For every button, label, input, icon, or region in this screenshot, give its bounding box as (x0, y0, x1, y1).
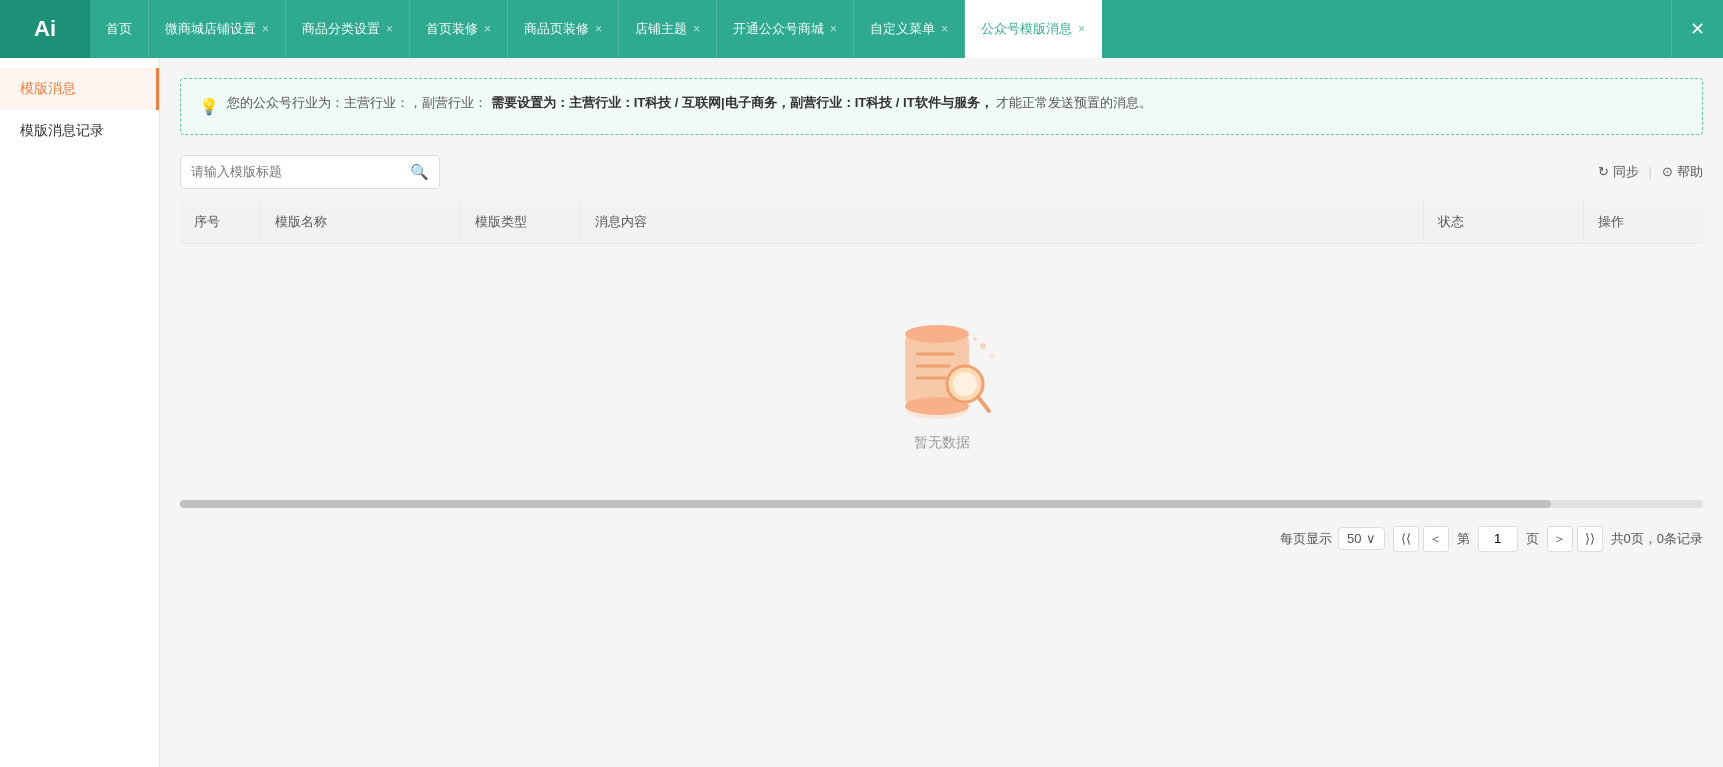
search-row: 🔍 ↻ 同步 | ⊙ 帮助 (180, 155, 1703, 189)
tab-close-icon[interactable]: × (386, 22, 393, 36)
svg-point-10 (980, 343, 986, 349)
tab-close-icon[interactable]: × (693, 22, 700, 36)
close-all-tabs-button[interactable]: ✕ (1671, 0, 1723, 58)
sync-icon: ↻ (1598, 164, 1609, 179)
notice-prefix: 您的公众号行业为：主营行业：，副营行业： (227, 95, 487, 110)
page-size-select: 每页显示 50 ∨ (1280, 527, 1384, 550)
tab-close-icon[interactable]: × (830, 22, 837, 36)
notice-highlight: 需要设置为：主营行业：IT科技 / 互联网|电子商务，副营行业：IT科技 / I… (491, 95, 993, 110)
data-table: 序号模版名称模版类型消息内容状态操作 (180, 201, 1703, 244)
empty-illustration (877, 304, 1007, 434)
empty-text: 暂无数据 (914, 434, 970, 452)
nav-tab[interactable]: 店铺主题× (619, 0, 717, 58)
page-size-value: 50 (1347, 531, 1361, 546)
help-label: 帮助 (1677, 163, 1703, 181)
sync-label: 同步 (1613, 163, 1639, 181)
page-size-label: 每页显示 (1280, 530, 1332, 548)
divider: | (1649, 164, 1652, 179)
notice-icon: 💡 (199, 94, 219, 120)
main-content: 💡 您的公众号行业为：主营行业：，副营行业： 需要设置为：主营行业：IT科技 /… (160, 58, 1723, 767)
sidebar-item[interactable]: 模版消息记录 (0, 110, 159, 152)
page-size-dropdown[interactable]: 50 ∨ (1338, 527, 1384, 550)
tab-close-icon[interactable]: × (595, 22, 602, 36)
prev-page-button[interactable]: ＜ (1423, 526, 1449, 552)
notice-suffix: 才能正常发送预置的消息。 (996, 95, 1152, 110)
svg-point-11 (990, 354, 994, 358)
table-header-cell: 模版名称 (260, 201, 460, 244)
nav-tab[interactable]: 开通公众号商城× (717, 0, 854, 58)
app-logo: Ai (0, 0, 90, 58)
help-button[interactable]: ⊙ 帮助 (1662, 163, 1703, 181)
svg-line-9 (978, 397, 989, 411)
sync-button[interactable]: ↻ 同步 (1598, 163, 1639, 181)
tab-close-icon[interactable]: × (262, 22, 269, 36)
tab-close-icon[interactable]: × (941, 22, 948, 36)
nav-tab-list: 首页微商城店铺设置×商品分类设置×首页装修×商品页装修×店铺主题×开通公众号商城… (90, 0, 1671, 58)
last-page-button[interactable]: ⟩⟩ (1577, 526, 1603, 552)
nav-tab[interactable]: 微商城店铺设置× (149, 0, 286, 58)
table-header-cell: 模版类型 (460, 201, 580, 244)
table-header-cell: 状态 (1423, 201, 1583, 244)
notice-banner: 💡 您的公众号行业为：主营行业：，副营行业： 需要设置为：主营行业：IT科技 /… (180, 78, 1703, 135)
dropdown-icon: ∨ (1366, 531, 1376, 546)
table-header-cell: 序号 (180, 201, 260, 244)
svg-point-8 (953, 372, 977, 396)
top-navigation: Ai 首页微商城店铺设置×商品分类设置×首页装修×商品页装修×店铺主题×开通公众… (0, 0, 1723, 58)
page-input[interactable] (1478, 526, 1518, 552)
svg-point-12 (973, 337, 977, 341)
help-icon: ⊙ (1662, 164, 1673, 179)
notice-text: 您的公众号行业为：主营行业：，副营行业： 需要设置为：主营行业：IT科技 / 互… (227, 93, 1152, 114)
tab-close-icon[interactable]: × (1078, 22, 1085, 36)
nav-tab[interactable]: 首页 (90, 0, 149, 58)
svg-point-2 (905, 325, 969, 343)
search-input-wrap[interactable]: 🔍 (180, 155, 440, 189)
page-layout: 模版消息模版消息记录 💡 您的公众号行业为：主营行业：，副营行业： 需要设置为：… (0, 58, 1723, 767)
tab-close-icon[interactable]: × (484, 22, 491, 36)
logo-text: Ai (34, 16, 56, 42)
next-page-button[interactable]: ＞ (1547, 526, 1573, 552)
nav-tab[interactable]: 自定义菜单× (854, 0, 965, 58)
empty-state: 暂无数据 (180, 244, 1703, 492)
nav-tab[interactable]: 商品分类设置× (286, 0, 410, 58)
search-icon[interactable]: 🔍 (410, 163, 429, 181)
first-page-button[interactable]: ⟨⟨ (1393, 526, 1419, 552)
horizontal-scrollbar[interactable] (180, 500, 1703, 508)
nav-tab[interactable]: 商品页装修× (508, 0, 619, 58)
nav-tab[interactable]: 公众号模版消息× (965, 0, 1102, 58)
sidebar: 模版消息模版消息记录 (0, 58, 160, 767)
table-header-cell: 操作 (1583, 201, 1703, 244)
total-text: 共0页，0条记录 (1611, 530, 1703, 548)
toolbar-right: ↻ 同步 | ⊙ 帮助 (1598, 163, 1703, 181)
scroll-thumb[interactable] (180, 500, 1551, 508)
page-label-after: 页 (1526, 530, 1539, 548)
sidebar-item[interactable]: 模版消息 (0, 68, 159, 110)
table-header-cell: 消息内容 (580, 201, 1423, 244)
nav-tab[interactable]: 首页装修× (410, 0, 508, 58)
page-label-before: 第 (1457, 530, 1470, 548)
search-input[interactable] (191, 164, 410, 179)
pagination-row: 每页显示 50 ∨ ⟨⟨ ＜ 第 页 ＞ ⟩⟩ 共0页，0条记录 (180, 516, 1703, 562)
page-navigation: ⟨⟨ ＜ 第 页 ＞ ⟩⟩ (1393, 526, 1603, 552)
